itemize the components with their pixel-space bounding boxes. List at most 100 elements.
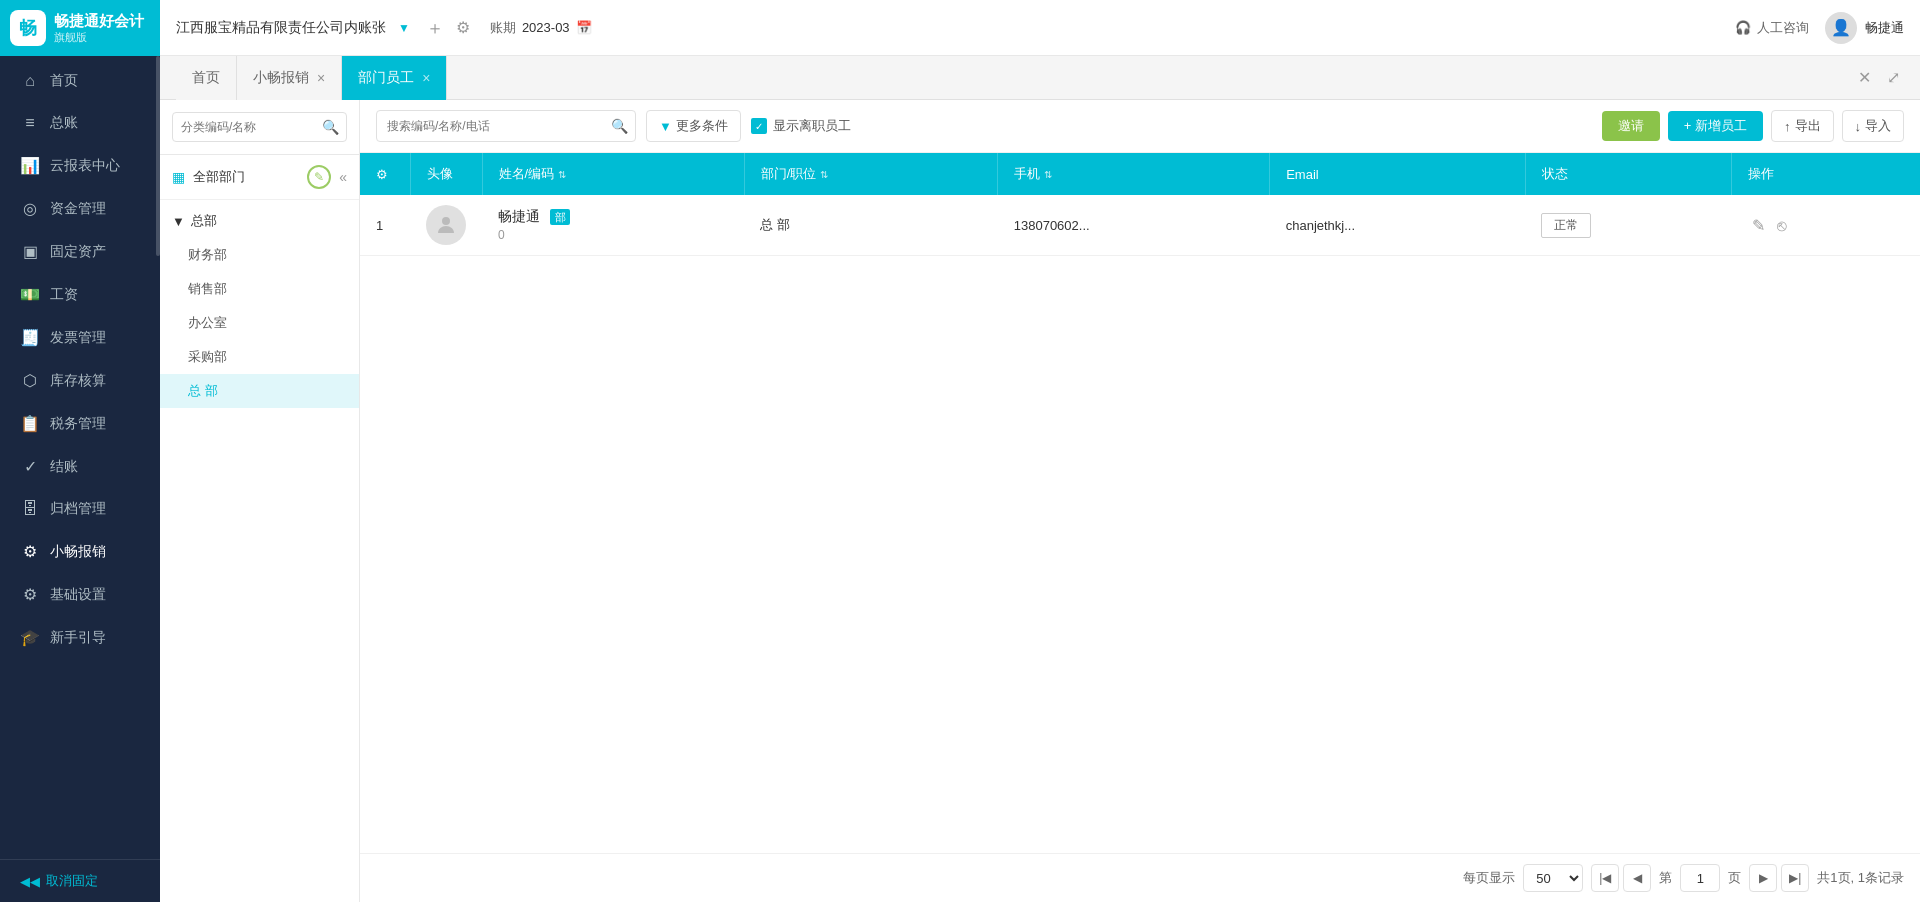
home-icon: ⌂ — [20, 72, 40, 90]
sidebar-item-label: 首页 — [50, 72, 78, 90]
add-company-button[interactable]: ＋ — [426, 16, 444, 40]
calendar-icon[interactable]: 📅 — [576, 20, 592, 35]
dept-tree-item-general[interactable]: ▼ 总部 — [160, 204, 359, 238]
tab-expense[interactable]: 小畅报销 × — [237, 56, 342, 100]
dept-arrow-down: ▼ — [172, 214, 185, 229]
sidebar-item-label: 税务管理 — [50, 415, 106, 433]
cancel-fixed-button[interactable]: ◀◀ 取消固定 — [0, 859, 160, 902]
employee-search-icon[interactable]: 🔍 — [611, 118, 628, 134]
sidebar-item-label: 固定资产 — [50, 243, 106, 261]
cell-index: 1 — [360, 195, 410, 256]
sidebar-item-expense[interactable]: ⚙ 小畅报销 — [0, 530, 160, 573]
user-avatar-area[interactable]: 👤 畅捷通 — [1825, 12, 1904, 44]
dept-collapse-button[interactable]: « — [339, 169, 347, 185]
logout-employee-button[interactable]: ⎋ — [1773, 215, 1791, 236]
col-settings[interactable]: ⚙ — [360, 153, 410, 195]
toolbar-right: 邀请 + 新增员工 ↑ 导出 ↓ 导入 — [1602, 110, 1904, 142]
header-settings-icon[interactable]: ⚙ — [456, 18, 470, 37]
dept-search-icon[interactable]: 🔍 — [322, 119, 339, 135]
guide-icon: 🎓 — [20, 628, 40, 647]
tab-bar: 首页 小畅报销 × 部门员工 × ✕ ⤢ — [160, 56, 1920, 100]
edit-employee-button[interactable]: ✎ — [1748, 215, 1769, 236]
tab-department-close[interactable]: × — [422, 70, 430, 86]
sort-dept-icon: ⇅ — [820, 169, 828, 180]
logo-sub: 旗舰版 — [54, 30, 144, 45]
cell-phone: 13807060​2... — [998, 195, 1270, 256]
cell-status: 正常 — [1525, 195, 1732, 256]
sidebar-item-reports[interactable]: 📊 云报表中心 — [0, 144, 160, 187]
tab-actions: ✕ ⤢ — [1854, 64, 1904, 91]
table-row: 1 畅捷通 — [360, 195, 1920, 256]
employee-search-input[interactable] — [376, 110, 636, 142]
sidebar-item-home[interactable]: ⌂ 首页 — [0, 60, 160, 102]
invite-button[interactable]: 邀请 — [1602, 111, 1660, 141]
company-dropdown[interactable]: ▼ — [398, 21, 410, 35]
page-prev-button[interactable]: ◀ — [1623, 864, 1651, 892]
checkout-icon: ✓ — [20, 457, 40, 476]
page-next-button[interactable]: ▶ — [1749, 864, 1777, 892]
cell-dept: 总 部 — [744, 195, 998, 256]
sidebar-item-funds[interactable]: ◎ 资金管理 — [0, 187, 160, 230]
sidebar-item-checkout[interactable]: ✓ 结账 — [0, 445, 160, 488]
tab-expense-close[interactable]: × — [317, 70, 325, 86]
sidebar-item-tax[interactable]: 📋 税务管理 — [0, 402, 160, 445]
page-last-button[interactable]: ▶| — [1781, 864, 1809, 892]
dept-grid-icon: ▦ — [172, 169, 185, 185]
sidebar-item-invoice[interactable]: 🧾 发票管理 — [0, 316, 160, 359]
sidebar-item-archive[interactable]: 🗄 归档管理 — [0, 488, 160, 530]
headset-icon: 🎧 — [1735, 20, 1751, 35]
cell-avatar — [410, 195, 482, 256]
add-employee-button[interactable]: + 新增员工 — [1668, 111, 1763, 141]
dept-tree-item-finance[interactable]: 财务部 — [160, 238, 359, 272]
sidebar-item-label: 资金管理 — [50, 200, 106, 218]
employee-table: ⚙ 头像 姓名/编码 ⇅ — [360, 153, 1920, 256]
col-name[interactable]: 姓名/编码 ⇅ — [482, 153, 744, 195]
employee-toolbar: 🔍 ▼ 更多条件 ✓ 显示离职员工 邀请 + 新增员工 ↑ 导出 — [360, 100, 1920, 153]
cell-email: chanjethkj... — [1270, 195, 1526, 256]
status-badge: 正常 — [1541, 213, 1591, 238]
service-button[interactable]: 🎧 人工咨询 — [1735, 19, 1809, 37]
col-phone[interactable]: 手机 ⇅ — [998, 153, 1270, 195]
company-name: 江西服宝精品有限责任公司内账张 — [176, 19, 386, 37]
ledger-icon: ≡ — [20, 114, 40, 132]
tab-expand[interactable]: ⤢ — [1883, 64, 1904, 91]
sidebar-item-salary[interactable]: 💵 工资 — [0, 273, 160, 316]
import-button[interactable]: ↓ 导入 — [1842, 110, 1905, 142]
page-suffix: 页 — [1728, 869, 1741, 887]
dept-edit-button[interactable]: ✎ — [307, 165, 331, 189]
per-page-select[interactable]: 50 100 200 — [1523, 864, 1583, 892]
dept-tree-item-headquarters[interactable]: 总 部 — [160, 374, 359, 408]
sidebar-item-inventory[interactable]: ⬡ 库存核算 — [0, 359, 160, 402]
svg-point-0 — [442, 217, 450, 225]
period-display: 账期 2023-03 📅 — [490, 19, 592, 37]
export-icon: ↑ — [1784, 119, 1791, 134]
dept-tree-item-purchase[interactable]: 采购部 — [160, 340, 359, 374]
table-footer: 每页显示 50 100 200 |◀ ◀ 第 页 ▶ ▶| 共1页, 1条记录 — [360, 853, 1920, 902]
page-label: 第 — [1659, 869, 1672, 887]
sidebar-nav: ⌂ 首页 ≡ 总账 📊 云报表中心 ◎ 资金管理 ▣ 固定资产 💵 工资 🧾 发… — [0, 56, 160, 859]
cell-name: 畅捷通 部 0 — [482, 195, 744, 256]
sidebar-item-assets[interactable]: ▣ 固定资产 — [0, 230, 160, 273]
sidebar-item-ledger[interactable]: ≡ 总账 — [0, 102, 160, 144]
col-avatar: 头像 — [410, 153, 482, 195]
tab-close-all[interactable]: ✕ — [1854, 64, 1875, 91]
page-input[interactable] — [1680, 864, 1720, 892]
more-filter-button[interactable]: ▼ 更多条件 — [646, 110, 741, 142]
tab-department[interactable]: 部门员工 × — [342, 56, 447, 100]
archive-icon: 🗄 — [20, 500, 40, 518]
page-first-button[interactable]: |◀ — [1591, 864, 1619, 892]
username-label: 畅捷通 — [1865, 19, 1904, 37]
dept-search-input[interactable] — [172, 112, 347, 142]
export-button[interactable]: ↑ 导出 — [1771, 110, 1834, 142]
show-resigned-checkbox[interactable]: ✓ 显示离职员工 — [751, 117, 851, 135]
dept-tree-item-office[interactable]: 办公室 — [160, 306, 359, 340]
sidebar-item-label: 归档管理 — [50, 500, 106, 518]
dept-tree-item-sales[interactable]: 销售部 — [160, 272, 359, 306]
sidebar-item-label: 新手引导 — [50, 629, 106, 647]
tab-home[interactable]: 首页 — [176, 56, 237, 100]
sidebar: 畅 畅捷通好会计 旗舰版 ⌂ 首页 ≡ 总账 📊 云报表中心 ◎ 资金管理 ▣ … — [0, 0, 160, 902]
sidebar-item-guide[interactable]: 🎓 新手引导 — [0, 616, 160, 659]
col-dept[interactable]: 部门/职位 ⇅ — [744, 153, 998, 195]
sidebar-item-settings[interactable]: ⚙ 基础设置 — [0, 573, 160, 616]
checkbox-checked-icon: ✓ — [751, 118, 767, 134]
